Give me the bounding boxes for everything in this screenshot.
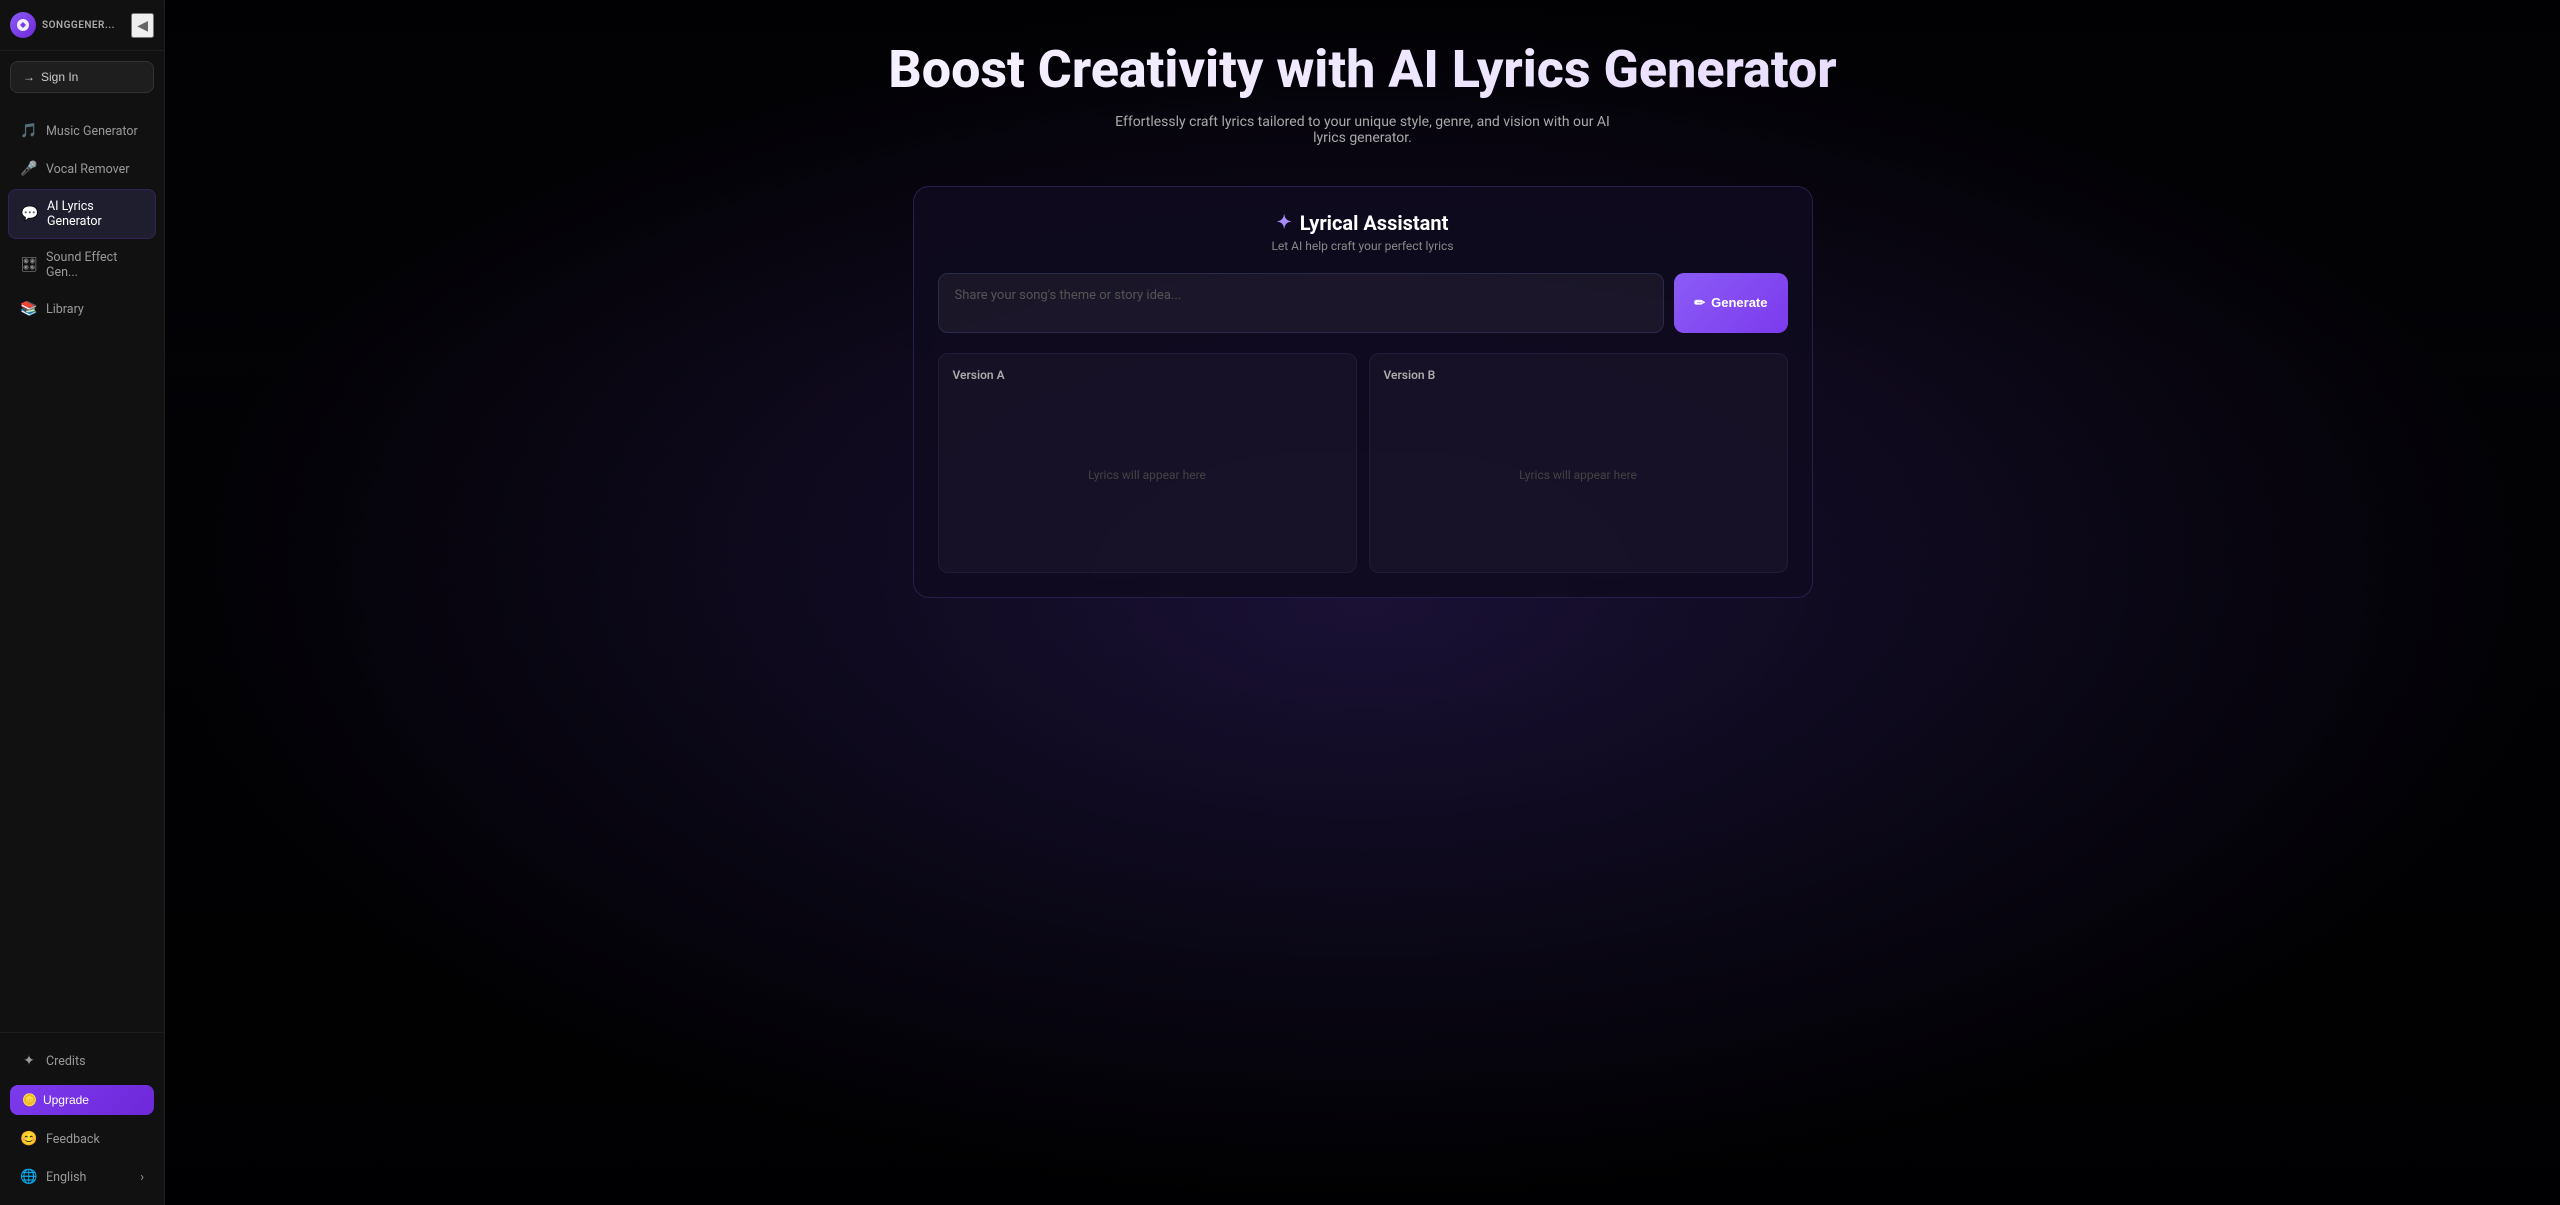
- card-subtitle: Let AI help craft your perfect lyrics: [938, 239, 1788, 253]
- version-a-panel: Version A Lyrics will appear here: [938, 353, 1357, 573]
- upgrade-label: Upgrade: [43, 1093, 89, 1107]
- sound-effect-icon: 🎛: [20, 256, 38, 274]
- pencil-icon: ✏: [1694, 295, 1705, 311]
- input-row: ✏ Generate: [938, 273, 1788, 333]
- language-label: English: [46, 1170, 86, 1185]
- background-overlay: [165, 0, 2560, 1205]
- language-left: 🌐 English: [20, 1168, 86, 1186]
- feedback-icon: 😊: [20, 1130, 38, 1148]
- sidebar-item-vocal-remover[interactable]: 🎤 Vocal Remover: [8, 151, 156, 187]
- versions-grid: Version A Lyrics will appear here Versio…: [938, 353, 1788, 573]
- sidebar: SONGGENER... ◀ → Sign In 🎵 Music Generat…: [0, 0, 165, 1205]
- theme-input[interactable]: [938, 273, 1665, 333]
- version-b-panel: Version B Lyrics will appear here: [1369, 353, 1788, 573]
- card-title-text: Lyrical Assistant: [1300, 211, 1449, 235]
- upgrade-button[interactable]: 🪙 Upgrade: [10, 1085, 154, 1115]
- sidebar-item-sound-effect-gen[interactable]: 🎛 Sound Effect Gen...: [8, 241, 156, 289]
- library-icon: 📚: [20, 300, 38, 318]
- credits-label: Credits: [46, 1054, 86, 1069]
- feedback-item[interactable]: 😊 Feedback: [8, 1121, 156, 1157]
- logo-area: SONGGENER...: [10, 12, 115, 38]
- hero-subtitle: Effortlessly craft lyrics tailored to yo…: [1113, 114, 1613, 146]
- sidebar-item-library-label: Library: [46, 302, 84, 317]
- sidebar-header: SONGGENER... ◀: [0, 0, 164, 51]
- generate-label: Generate: [1711, 295, 1767, 310]
- sign-in-icon: →: [23, 70, 35, 84]
- language-icon: 🌐: [20, 1168, 38, 1186]
- version-b-label: Version B: [1384, 368, 1773, 382]
- sign-in-button[interactable]: → Sign In: [10, 61, 154, 93]
- version-a-placeholder: Lyrics will appear here: [1088, 468, 1206, 482]
- language-item[interactable]: 🌐 English ›: [8, 1159, 156, 1195]
- generate-button[interactable]: ✏ Generate: [1674, 273, 1787, 333]
- app-logo-icon: [10, 12, 36, 38]
- sidebar-collapse-button[interactable]: ◀: [131, 13, 154, 38]
- sidebar-item-sound-effect-label: Sound Effect Gen...: [46, 250, 144, 280]
- version-a-label: Version A: [953, 368, 1342, 382]
- sidebar-item-vocal-remover-label: Vocal Remover: [46, 162, 129, 177]
- sidebar-item-music-generator[interactable]: 🎵 Music Generator: [8, 113, 156, 149]
- card-title: ✦ Lyrical Assistant: [938, 211, 1788, 235]
- upgrade-icon: 🪙: [22, 1093, 37, 1107]
- app-logo-text: SONGGENER...: [42, 20, 115, 31]
- music-generator-icon: 🎵: [20, 122, 38, 140]
- credits-icon: ✦: [20, 1052, 38, 1070]
- version-b-content: Lyrics will appear here: [1384, 392, 1773, 558]
- hero-title: Boost Creativity with AI Lyrics Generato…: [185, 40, 2540, 100]
- chevron-right-icon: ›: [140, 1170, 144, 1185]
- card-header: ✦ Lyrical Assistant Let AI help craft yo…: [938, 211, 1788, 253]
- sparkle-icon: ✦: [1277, 212, 1292, 233]
- vocal-remover-icon: 🎤: [20, 160, 38, 178]
- sidebar-item-ai-lyrics-generator[interactable]: 💬 AI Lyrics Generator: [8, 189, 156, 239]
- sign-in-label: Sign In: [41, 70, 78, 84]
- sidebar-item-library[interactable]: 📚 Library: [8, 291, 156, 327]
- version-a-content: Lyrics will appear here: [953, 392, 1342, 558]
- version-b-placeholder: Lyrics will appear here: [1519, 468, 1637, 482]
- hero-section: Boost Creativity with AI Lyrics Generato…: [165, 0, 2560, 166]
- lyrical-assistant-card: ✦ Lyrical Assistant Let AI help craft yo…: [913, 186, 1813, 598]
- sidebar-bottom: ✦ Credits 🪙 Upgrade 😊 Feedback 🌐 English…: [0, 1032, 164, 1205]
- sidebar-item-music-generator-label: Music Generator: [46, 124, 138, 139]
- feedback-label: Feedback: [46, 1132, 100, 1147]
- credits-item[interactable]: ✦ Credits: [8, 1043, 156, 1079]
- ai-lyrics-icon: 💬: [21, 205, 39, 223]
- sidebar-nav: 🎵 Music Generator 🎤 Vocal Remover 💬 AI L…: [0, 103, 164, 1032]
- sidebar-item-ai-lyrics-label: AI Lyrics Generator: [47, 199, 143, 229]
- main-content: Boost Creativity with AI Lyrics Generato…: [165, 0, 2560, 1205]
